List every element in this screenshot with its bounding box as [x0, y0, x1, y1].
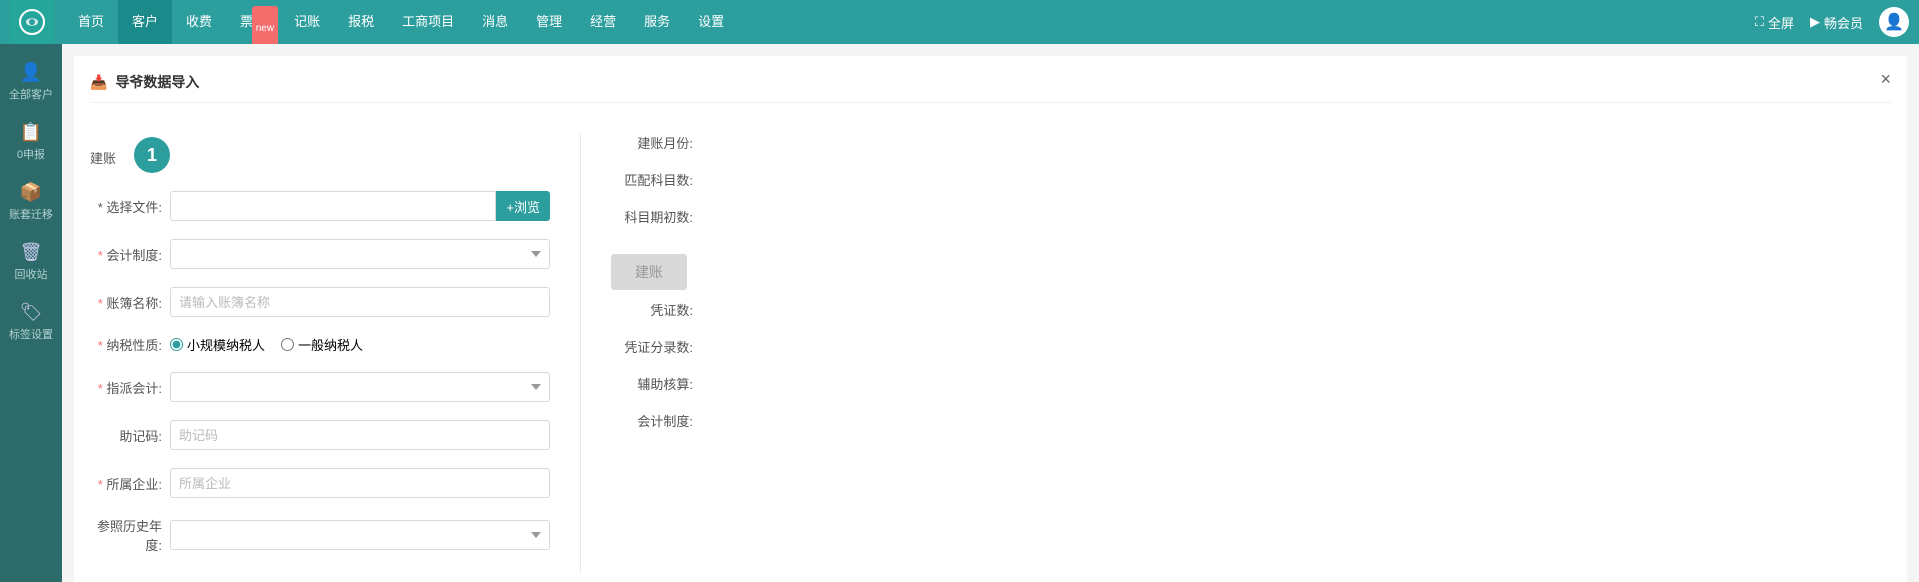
voucher-entries-row: 凭证分录数: [611, 337, 1891, 356]
company-label: 所属企业: [90, 474, 170, 493]
tax-type-row: 纳税性质: 小规模纳税人 一般纳税人 [90, 335, 550, 354]
accountant-row: 指派会计: [90, 372, 550, 402]
history-year-row: 参照历史年度: [90, 516, 550, 554]
browse-button[interactable]: +浏览 [496, 191, 550, 221]
accountant-label: 指派会计: [90, 378, 170, 397]
accounting-system-select[interactable] [170, 239, 550, 269]
tax-type-label: 纳税性质: [90, 335, 170, 354]
step-label: 建账 [90, 140, 116, 167]
page-title: 导爷数据导入 [115, 72, 199, 92]
step-section: 建账 1 [90, 133, 550, 191]
account-migration-icon: 📦 [20, 182, 42, 203]
file-label: * 选择文件: [90, 197, 170, 216]
all-customers-icon: 👤 [20, 62, 42, 83]
sidebar: 👤 全部客户 📋 0申报 📦 账套迁移 🗑 回收站 🏷 标签设置 [0, 44, 62, 582]
company-row: 所属企业: [90, 468, 550, 498]
nav-tax[interactable]: 报税 [334, 0, 388, 44]
form-layout: 建账 1 * 选择文件: +浏览 会计制度: [90, 123, 1891, 582]
form-divider [580, 133, 581, 572]
sidebar-item-account-migration[interactable]: 📦 账套迁移 [0, 174, 62, 230]
avatar[interactable]: 👤 [1879, 7, 1909, 37]
voucher-count-label: 凭证数: [611, 300, 701, 319]
nav-operation[interactable]: 经营 [576, 0, 630, 44]
sidebar-item-tag-settings[interactable]: 🏷 标签设置 [0, 294, 62, 350]
nav-manage[interactable]: 管理 [522, 0, 576, 44]
voucher-entries-label: 凭证分录数: [611, 337, 701, 356]
form-left: 建账 1 * 选择文件: +浏览 会计制度: [90, 133, 550, 572]
small-taxpayer-radio[interactable] [170, 338, 183, 351]
page-container: 📥 导爷数据导入 × 建账 1 * 选择文件: [74, 56, 1907, 582]
history-year-label: 参照历史年度: [90, 516, 170, 554]
setup-month-row: 建账月份: [611, 133, 1891, 152]
fullscreen-icon: ⛶ [1755, 14, 1764, 30]
nav-message[interactable]: 消息 [468, 0, 522, 44]
nav-right: ⛶ 全屏 ▶ 畅会员 👤 [1755, 7, 1909, 37]
main-layout: 👤 全部客户 📋 0申报 📦 账套迁移 🗑 回收站 🏷 标签设置 📥 导爷数据导… [0, 44, 1919, 582]
accounting-system-label: 会计制度: [90, 245, 170, 264]
nav-invoice[interactable]: 票据 new [226, 0, 280, 44]
general-taxpayer-option[interactable]: 一般纳税人 [281, 335, 363, 354]
nav-home[interactable]: 首页 [64, 0, 118, 44]
general-taxpayer-label: 一般纳税人 [298, 335, 363, 354]
accountant-select[interactable] [170, 372, 550, 402]
memo-input[interactable] [170, 420, 550, 450]
content-area: 📥 导爷数据导入 × 建账 1 * 选择文件: [62, 44, 1919, 582]
init-period-label: 科目期初数: [611, 207, 701, 226]
small-taxpayer-label: 小规模纳税人 [187, 335, 265, 354]
page-title-icon: 📥 [90, 74, 107, 91]
init-period-row: 科目期初数: [611, 207, 1891, 226]
nav-items: 首页 客户 收费 票据 new 记账 报税 工商项目 消息 管理 经营 服务 设… [64, 0, 1755, 44]
step-badge: 1 [134, 137, 170, 173]
small-taxpayer-option[interactable]: 小规模纳税人 [170, 335, 265, 354]
zero-report-icon: 📋 [20, 122, 42, 143]
tax-type-radio-group: 小规模纳税人 一般纳税人 [170, 335, 550, 354]
file-input-group: +浏览 [170, 191, 550, 221]
fullscreen-btn[interactable]: ⛶ 全屏 [1755, 13, 1794, 32]
recycle-bin-icon: 🗑 [20, 242, 43, 263]
aux-accounting-label: 辅助核算: [611, 374, 701, 393]
match-subjects-row: 匹配科目数: [611, 170, 1891, 189]
history-year-select[interactable] [170, 520, 550, 550]
nav-customer[interactable]: 客户 [118, 0, 172, 44]
right-accounting-system-row: 会计制度: [611, 411, 1891, 430]
page-header: 📥 导爷数据导入 [90, 72, 1891, 103]
memo-row: 助记码: [90, 420, 550, 450]
close-button[interactable]: × [1880, 70, 1891, 88]
member-icon: ▶ [1810, 14, 1820, 30]
top-navigation: 首页 客户 收费 票据 new 记账 报税 工商项目 消息 管理 经营 服务 设… [0, 0, 1919, 44]
sidebar-item-recycle-bin[interactable]: 🗑 回收站 [0, 234, 62, 290]
form-right: 建账月份: 匹配科目数: 科目期初数: 建账 凭证 [611, 133, 1891, 572]
nav-bookkeeping[interactable]: 记账 [280, 0, 334, 44]
file-input[interactable] [170, 191, 496, 221]
sidebar-item-all-customers[interactable]: 👤 全部客户 [0, 54, 62, 110]
match-subjects-label: 匹配科目数: [611, 170, 701, 189]
right-accounting-system-label: 会计制度: [611, 411, 701, 430]
logo [10, 0, 54, 44]
voucher-count-row: 凭证数: [611, 300, 1891, 319]
accounting-system-row: 会计制度: [90, 239, 550, 269]
nav-business[interactable]: 工商项目 [388, 0, 468, 44]
account-name-row: 账簿名称: [90, 287, 550, 317]
company-input[interactable] [170, 468, 550, 498]
memo-label: 助记码: [90, 426, 170, 445]
general-taxpayer-radio[interactable] [281, 338, 294, 351]
avatar-icon: 👤 [1884, 12, 1904, 32]
nav-settings[interactable]: 设置 [684, 0, 738, 44]
build-account-button[interactable]: 建账 [611, 254, 687, 290]
member-btn[interactable]: ▶ 畅会员 [1810, 13, 1863, 32]
setup-month-label: 建账月份: [611, 133, 701, 152]
account-name-input[interactable] [170, 287, 550, 317]
file-row: * 选择文件: +浏览 [90, 191, 550, 221]
account-name-label: 账簿名称: [90, 293, 170, 312]
logo-icon [18, 8, 46, 36]
tag-settings-icon: 🏷 [20, 302, 43, 323]
aux-accounting-row: 辅助核算: [611, 374, 1891, 393]
nav-fee[interactable]: 收费 [172, 0, 226, 44]
nav-service[interactable]: 服务 [630, 0, 684, 44]
sidebar-item-zero-report[interactable]: 📋 0申报 [0, 114, 62, 170]
